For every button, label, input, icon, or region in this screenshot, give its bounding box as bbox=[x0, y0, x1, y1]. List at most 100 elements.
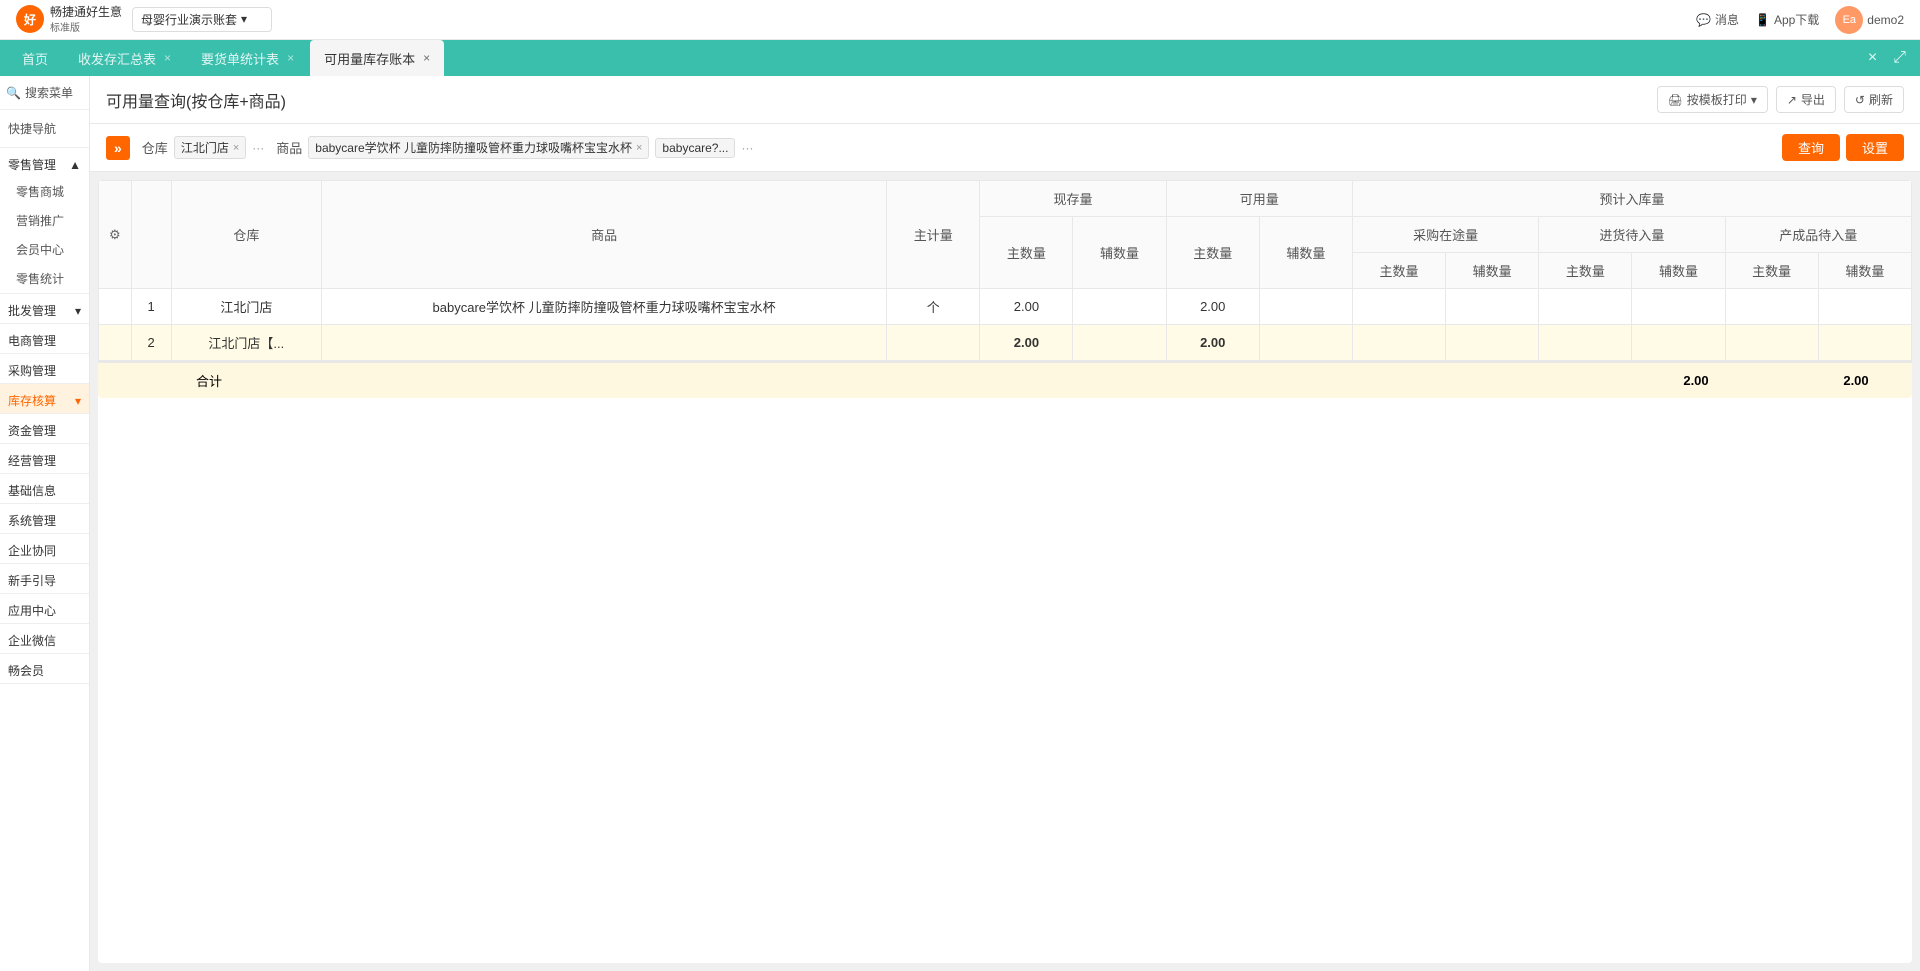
refresh-button[interactable]: ↺ 刷新 bbox=[1844, 86, 1904, 113]
row1-product: babycare学饮杯 儿童防摔防撞吸管杯重力球吸嘴杯宝宝水杯 bbox=[321, 289, 886, 325]
close-window-icon[interactable]: × bbox=[1862, 47, 1883, 69]
col-pur-transit-main: 主数量 bbox=[1352, 253, 1445, 289]
query-button[interactable]: 查询 bbox=[1782, 134, 1840, 161]
sidebar-section-enterprise-wechat-header[interactable]: 企业微信 bbox=[0, 624, 89, 653]
table-body: 1 江北门店 babycare学饮杯 儿童防摔防撞吸管杯重力球吸嘴杯宝宝水杯 个… bbox=[99, 289, 1912, 361]
col-stock-main-header: 主数量 bbox=[980, 217, 1073, 289]
user-profile[interactable]: Ea demo2 bbox=[1835, 6, 1904, 34]
print-button[interactable]: 🖨 按模板打印 ▾ bbox=[1657, 86, 1768, 113]
col-warehouse-header: 仓库 bbox=[171, 181, 321, 289]
tab-income-expense-close[interactable]: × bbox=[164, 51, 171, 65]
settings-button[interactable]: 设置 bbox=[1846, 134, 1904, 161]
print-label: 按模板打印 bbox=[1687, 91, 1747, 108]
sidebar-section-basic-header[interactable]: 基础信息 bbox=[0, 474, 89, 503]
print-icon: 🖨 bbox=[1668, 93, 1683, 107]
download-icon: 📱 bbox=[1755, 13, 1770, 27]
table-container: ⚙ 仓库 商品 主计量 现存量 bbox=[98, 180, 1912, 963]
col-finished-main: 主数量 bbox=[1725, 253, 1818, 289]
export-button[interactable]: ↗ 导出 bbox=[1776, 86, 1836, 113]
page-header: 可用量查询(按仓库+商品) 🖨 按模板打印 ▾ ↗ 导出 ↺ 刷新 bbox=[90, 76, 1920, 124]
col-finished-pending-header: 产成品待入量 bbox=[1725, 217, 1911, 253]
tab-income-expense[interactable]: 收发存汇总表 × bbox=[64, 40, 185, 76]
sidebar-section-ecommerce-header[interactable]: 电商管理 bbox=[0, 324, 89, 353]
sidebar-section-enterprise: 企业协同 bbox=[0, 534, 89, 564]
logo-icon: 好 bbox=[16, 5, 44, 33]
product-filter-label: 商品 bbox=[276, 138, 302, 157]
row2-index: 2 bbox=[131, 325, 171, 361]
sidebar-search[interactable]: 🔍 搜索菜单 bbox=[0, 76, 89, 110]
sidebar-section-member-header[interactable]: 畅会员 bbox=[0, 654, 89, 683]
sidebar-section-newbie-header[interactable]: 新手引导 bbox=[0, 564, 89, 593]
sidebar-section-newbie: 新手引导 bbox=[0, 564, 89, 594]
row1-stock-aux bbox=[1073, 289, 1166, 325]
sidebar-item-member-center[interactable]: 会员中心 bbox=[0, 235, 89, 264]
tab-home[interactable]: 首页 bbox=[8, 40, 62, 76]
product-filter-more[interactable]: ··· bbox=[741, 141, 753, 155]
sidebar-section-retail-header[interactable]: 零售管理 ▲ bbox=[0, 148, 89, 177]
sidebar-section-basic: 基础信息 bbox=[0, 474, 89, 504]
product-filter-tag-1[interactable]: babycare学饮杯 儿童防摔防撞吸管杯重力球吸嘴杯宝宝水杯 × bbox=[308, 136, 649, 159]
main-layout: 🔍 搜索菜单 快捷导航 零售管理 ▲ 零售商城 营销推广 会员中心 零售统计 批… bbox=[0, 76, 1920, 971]
sidebar-quick-nav-label: 快捷导航 bbox=[8, 120, 56, 137]
tab-available-inventory-label: 可用量库存账本 bbox=[324, 49, 415, 68]
row1-pur-transit-aux bbox=[1446, 289, 1539, 325]
tab-order-stats-label: 要货单统计表 bbox=[201, 49, 279, 68]
user-name: demo2 bbox=[1867, 13, 1904, 27]
sidebar-item-marketing[interactable]: 营销推广 bbox=[0, 206, 89, 235]
row2-stock-main: 2.00 bbox=[980, 325, 1073, 361]
row2-settings bbox=[99, 325, 132, 361]
sidebar-section-finance-header[interactable]: 资金管理 bbox=[0, 414, 89, 443]
sidebar-section-member: 畅会员 bbox=[0, 654, 89, 684]
search-icon: 🔍 bbox=[6, 86, 21, 100]
table-settings-icon[interactable]: ⚙ bbox=[109, 227, 121, 242]
sidebar-section-ecommerce-label: 电商管理 bbox=[8, 332, 56, 349]
sidebar-section-system-header[interactable]: 系统管理 bbox=[0, 504, 89, 533]
sidebar-section-operation-header[interactable]: 经营管理 bbox=[0, 444, 89, 473]
app-download-button[interactable]: 📱 App下载 bbox=[1755, 11, 1819, 28]
sidebar-item-retail-mall[interactable]: 零售商城 bbox=[0, 177, 89, 206]
sidebar-section-wholesale-header[interactable]: 批发管理 ▾ bbox=[0, 294, 89, 323]
message-button[interactable]: 💬 消息 bbox=[1696, 11, 1739, 28]
tab-available-inventory[interactable]: 可用量库存账本 × bbox=[310, 40, 444, 76]
chevron-down-icon: ▾ bbox=[241, 12, 247, 26]
tab-available-inventory-close[interactable]: × bbox=[423, 51, 430, 65]
sidebar-section-app-center-label: 应用中心 bbox=[8, 602, 56, 619]
row2-main-unit bbox=[887, 325, 980, 361]
sidebar-section-inventory-header[interactable]: 库存核算 ▾ bbox=[0, 384, 89, 413]
sidebar-item-quick-nav[interactable]: 快捷导航 bbox=[0, 114, 89, 143]
product-filter-tag-2[interactable]: babycare?... bbox=[655, 138, 735, 158]
row2-product bbox=[321, 325, 886, 361]
col-available-header: 可用量 bbox=[1166, 181, 1352, 217]
sidebar-section-app-center-header[interactable]: 应用中心 bbox=[0, 594, 89, 623]
sidebar-section-operation-label: 经营管理 bbox=[8, 452, 56, 469]
warehouse-filter-value: 江北门店 bbox=[181, 139, 229, 156]
row1-main-unit: 个 bbox=[887, 289, 980, 325]
warehouse-filter-more[interactable]: ··· bbox=[252, 141, 264, 155]
filter-area: » 仓库 江北门店 × ··· 商品 babycare学饮杯 儿童防摔防撞吸管杯… bbox=[90, 124, 1920, 172]
export-label: 导出 bbox=[1801, 91, 1825, 108]
warehouse-filter-tag[interactable]: 江北门店 × bbox=[174, 136, 246, 159]
export-icon: ↗ bbox=[1787, 93, 1797, 107]
filter-toggle-button[interactable]: » bbox=[106, 136, 130, 160]
row1-avail-main: 2.00 bbox=[1166, 289, 1259, 325]
industry-selector[interactable]: 母婴行业演示账套 ▾ bbox=[132, 7, 272, 32]
col-settings-header[interactable]: ⚙ bbox=[99, 181, 132, 289]
product-filter-close-1-icon[interactable]: × bbox=[636, 142, 642, 154]
tab-order-stats-close[interactable]: × bbox=[287, 51, 294, 65]
col-pur-transit-aux: 辅数量 bbox=[1446, 253, 1539, 289]
sidebar-section-enterprise-header[interactable]: 企业协同 bbox=[0, 534, 89, 563]
col-inbound-pending-header: 进货待入量 bbox=[1539, 217, 1725, 253]
content-area: 可用量查询(按仓库+商品) 🖨 按模板打印 ▾ ↗ 导出 ↺ 刷新 bbox=[90, 76, 1920, 971]
col-stock-aux-header: 辅数量 bbox=[1073, 217, 1166, 289]
page-actions: 🖨 按模板打印 ▾ ↗ 导出 ↺ 刷新 bbox=[1657, 86, 1904, 113]
sidebar-item-retail-stats[interactable]: 零售统计 bbox=[0, 264, 89, 293]
sidebar-section-finance: 资金管理 bbox=[0, 414, 89, 444]
filter-toggle-icon: » bbox=[114, 140, 122, 156]
warehouse-filter-close-icon[interactable]: × bbox=[233, 142, 239, 154]
tab-order-stats[interactable]: 要货单统计表 × bbox=[187, 40, 308, 76]
row1-inbound-aux bbox=[1632, 289, 1725, 325]
sidebar-section-system-label: 系统管理 bbox=[8, 512, 56, 529]
tab-income-expense-label: 收发存汇总表 bbox=[78, 49, 156, 68]
maximize-window-icon[interactable]: ⤢ bbox=[1887, 47, 1912, 69]
sidebar-section-purchase-header[interactable]: 采购管理 bbox=[0, 354, 89, 383]
